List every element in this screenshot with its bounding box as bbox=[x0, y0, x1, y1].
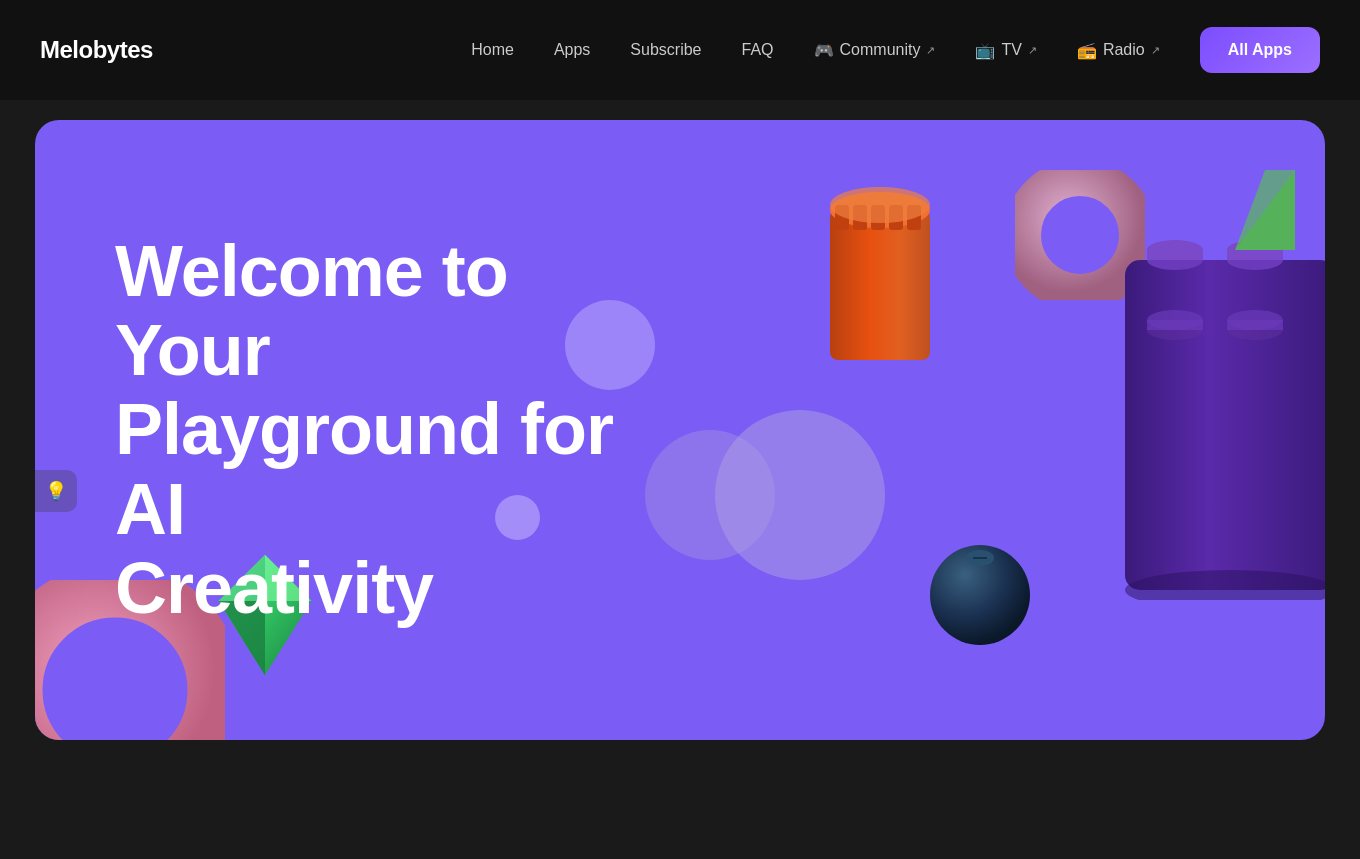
hero-title-line1: Welcome to Your bbox=[115, 231, 508, 390]
nav-item-apps[interactable]: Apps bbox=[538, 31, 606, 69]
cylinder-orange-shape bbox=[815, 170, 945, 370]
brand-logo[interactable]: Melobytes bbox=[40, 36, 153, 64]
tv-prefix-icon: 📺 bbox=[975, 41, 995, 60]
community-prefix-icon: 🎮 bbox=[814, 41, 834, 60]
sphere-teal-shape bbox=[925, 540, 1035, 650]
navigation: Melobytes Home Apps Subscribe FAQ 🎮 Comm… bbox=[0, 0, 1360, 100]
svg-rect-23 bbox=[1227, 250, 1283, 260]
nav-item-faq[interactable]: FAQ bbox=[726, 31, 790, 69]
nav-item-home[interactable]: Home bbox=[455, 31, 530, 69]
hero-section: 💡 Welcome to Your Playground for AI Crea… bbox=[35, 120, 1325, 740]
hero-title-line2: Playground for AI bbox=[115, 389, 613, 548]
page-background bbox=[0, 760, 1360, 840]
nav-links: Home Apps Subscribe FAQ 🎮 Community ↗ 📺 … bbox=[455, 31, 1176, 70]
decorative-circle-4 bbox=[715, 410, 885, 580]
svg-rect-5 bbox=[830, 210, 930, 360]
nav-item-tv[interactable]: 📺 TV ↗ bbox=[959, 31, 1052, 70]
svg-rect-29 bbox=[1227, 320, 1283, 330]
radio-prefix-icon: 📻 bbox=[1077, 41, 1097, 60]
svg-rect-26 bbox=[1147, 320, 1203, 330]
radio-external-icon: ↗ bbox=[1151, 44, 1160, 57]
hero-wrapper: 💡 Welcome to Your Playground for AI Crea… bbox=[0, 100, 1360, 760]
corner-green-shape bbox=[1235, 170, 1295, 250]
nav-item-subscribe[interactable]: Subscribe bbox=[614, 31, 717, 69]
all-apps-button[interactable]: All Apps bbox=[1200, 27, 1320, 73]
lightbulb-icon: 💡 bbox=[45, 480, 67, 502]
svg-rect-17 bbox=[1125, 260, 1325, 590]
hero-title: Welcome to Your Playground for AI Creati… bbox=[115, 232, 675, 628]
svg-rect-20 bbox=[1147, 250, 1203, 260]
lightbulb-button[interactable]: 💡 bbox=[35, 470, 77, 512]
tv-external-icon: ↗ bbox=[1028, 44, 1037, 57]
svg-marker-32 bbox=[1235, 170, 1295, 250]
hero-text-block: Welcome to Your Playground for AI Creati… bbox=[115, 232, 675, 628]
community-external-icon: ↗ bbox=[926, 44, 935, 57]
lego-purple-shape bbox=[1115, 200, 1325, 600]
svg-point-12 bbox=[830, 187, 930, 223]
hero-title-line3: Creativity bbox=[115, 548, 433, 628]
nav-item-community[interactable]: 🎮 Community ↗ bbox=[798, 31, 952, 70]
nav-item-radio[interactable]: 📻 Radio ↗ bbox=[1061, 31, 1176, 70]
